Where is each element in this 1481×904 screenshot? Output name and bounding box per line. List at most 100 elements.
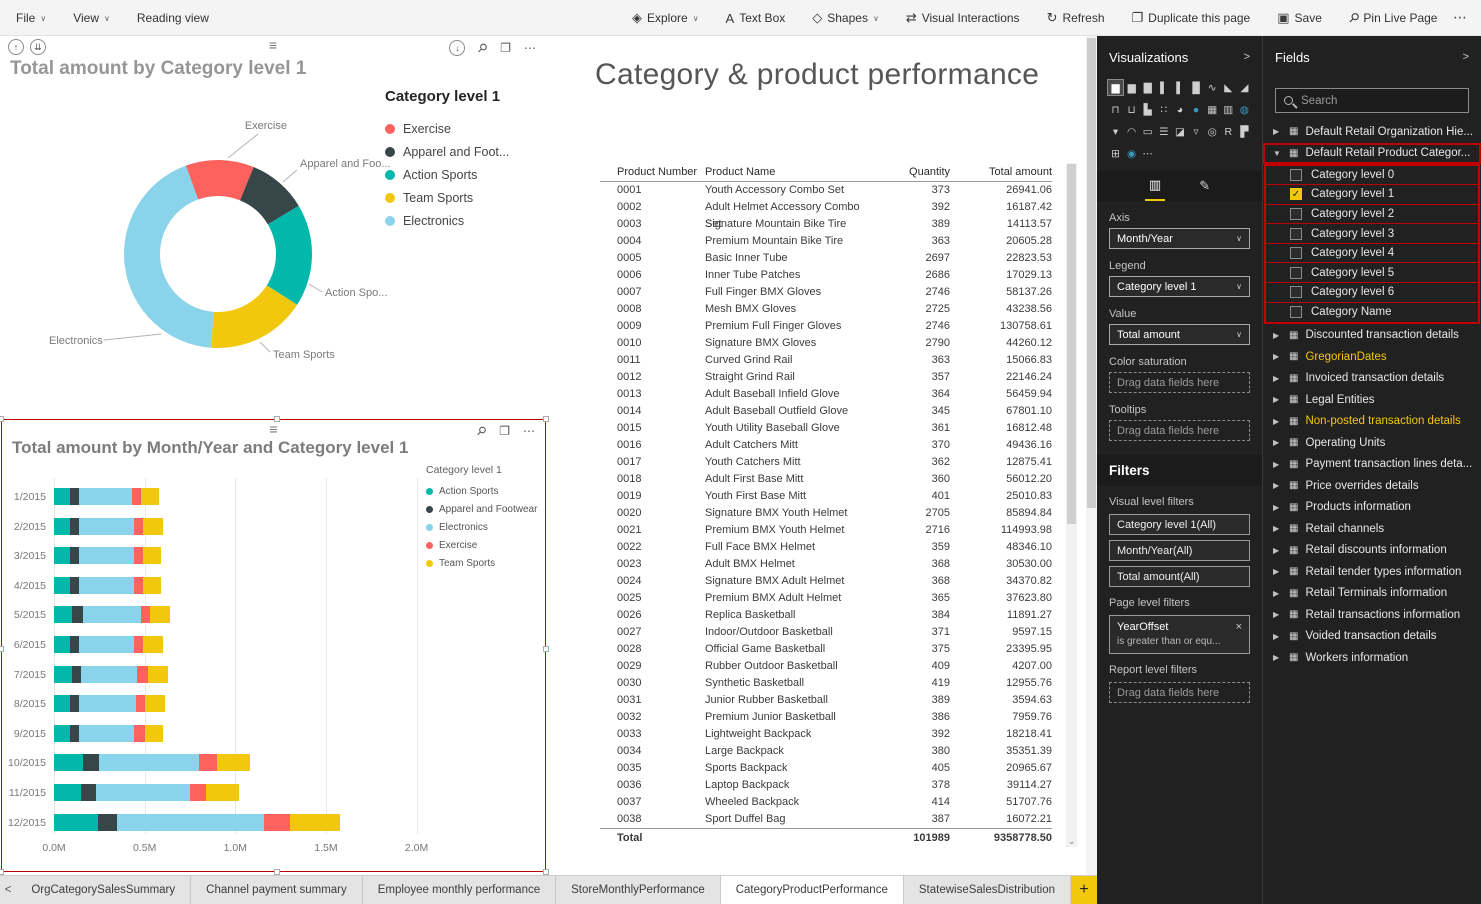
- expand-arrow-icon[interactable]: ▶: [1273, 417, 1282, 426]
- table-row[interactable]: 0009 Premium Full Finger Gloves 2746 130758…: [600, 318, 1052, 335]
- bar-segment-team-sports[interactable]: [142, 576, 161, 594]
- field-checkbox[interactable]: [1290, 227, 1302, 240]
- table-icon[interactable]: ▦: [1205, 102, 1220, 117]
- table-row[interactable]: 0015 Youth Utility Baseball Glove 361 16812…: [600, 420, 1052, 437]
- expand-arrow-icon[interactable]: ▶: [1273, 610, 1282, 619]
- waterfall-chart-icon[interactable]: ▙: [1140, 102, 1155, 117]
- shapes-button[interactable]: ◇ Shapes ∨: [812, 10, 879, 26]
- bar-stack[interactable]: [54, 576, 161, 594]
- add-page-button[interactable]: +: [1071, 876, 1097, 904]
- well-dropdown-legend[interactable]: Category level 1 ∨: [1109, 276, 1250, 297]
- page-tab-orgcategorysalessummary[interactable]: OrgCategorySalesSummary: [16, 876, 192, 904]
- visual-drag-handle-icon[interactable]: ≡: [269, 421, 277, 437]
- bar-stack[interactable]: [54, 636, 163, 653]
- field-table-retail-terminals-information[interactable]: ▶ ▦ Retail Terminals information: [1263, 582, 1481, 604]
- toolbar-more-icon[interactable]: ⋯: [1453, 9, 1467, 26]
- more-visuals-icon[interactable]: ⋯: [1140, 146, 1155, 161]
- bar-stack[interactable]: [54, 517, 163, 535]
- bar-stack[interactable]: [54, 547, 161, 565]
- bar-segment-team-sports[interactable]: [217, 754, 250, 772]
- treemap-icon[interactable]: ▛: [1237, 124, 1252, 139]
- visual-interactions-button[interactable]: ⇄ Visual Interactions: [906, 10, 1020, 26]
- table-row[interactable]: 0011 Curved Grind Rail 363 15066.83: [600, 352, 1052, 369]
- table-row[interactable]: 0034 Large Backpack 380 35351.39: [600, 743, 1052, 760]
- combo-chart-icon[interactable]: ⊞: [1108, 146, 1123, 161]
- table-row[interactable]: 0010 Signature BMX Gloves 2790 44260.12: [600, 335, 1052, 352]
- table-row[interactable]: 0036 Laptop Backpack 378 39114.27: [600, 777, 1052, 794]
- legend-item[interactable]: Team Sports: [385, 186, 509, 209]
- bar-segment-electronics[interactable]: [79, 724, 134, 742]
- 100-stacked-column-chart-icon[interactable]: █: [1189, 80, 1204, 95]
- expand-arrow-icon[interactable]: ▶: [1273, 589, 1282, 598]
- expand-arrow-icon[interactable]: ▶: [1273, 127, 1282, 136]
- expand-arrow-icon[interactable]: ▶: [1273, 546, 1282, 555]
- bar-segment-action-sports[interactable]: [54, 724, 71, 742]
- table-row[interactable]: 0026 Replica Basketball 384 11891.27: [600, 607, 1052, 624]
- field-table-retail-tender-types-information[interactable]: ▶ ▦ Retail tender types information: [1263, 561, 1481, 583]
- pin-visual-icon[interactable]: ⚲: [475, 40, 491, 56]
- table-row[interactable]: 0007 Full Finger BMX Gloves 2746 58137.26: [600, 284, 1052, 301]
- table-row[interactable]: 0030 Synthetic Basketball 419 12955.76: [600, 675, 1052, 692]
- field-table-retail-discounts-information[interactable]: ▶ ▦ Retail discounts information: [1263, 539, 1481, 561]
- table-row[interactable]: 0019 Youth First Base Mitt 401 25010.83: [600, 488, 1052, 505]
- legend-item[interactable]: Electronics: [385, 209, 509, 232]
- matrix-icon[interactable]: ▥: [1221, 102, 1236, 117]
- bar-segment-apparel-and-footwear[interactable]: [72, 606, 83, 624]
- well-dropzone-color-saturation[interactable]: Drag data fields here: [1109, 372, 1250, 393]
- line-stacked-column-chart-icon[interactable]: ⊔: [1124, 102, 1139, 117]
- visual-filter-chip[interactable]: Category level 1(All): [1109, 514, 1250, 535]
- bar-segment-action-sports[interactable]: [54, 636, 71, 653]
- field-table-discounted-transaction-details[interactable]: ▶ ▦ Discounted transaction details: [1263, 324, 1481, 346]
- table-scrollbar[interactable]: ⌄: [1066, 163, 1077, 847]
- visual-more-options-icon[interactable]: ⋯: [524, 41, 536, 55]
- focus-mode-icon[interactable]: ❐: [500, 41, 511, 55]
- explore-button[interactable]: ◈ Explore ∨: [632, 10, 699, 26]
- bar-row[interactable]: 6/2015: [2, 630, 542, 660]
- kpi-icon[interactable]: ◪: [1172, 124, 1187, 139]
- bar-segment-apparel-and-footwear[interactable]: [70, 724, 80, 742]
- field-table-workers-information[interactable]: ▶ ▦ Workers information: [1263, 647, 1481, 669]
- canvas-scrollbar[interactable]: [1086, 36, 1097, 875]
- previous-tabs-icon[interactable]: <: [0, 876, 16, 904]
- bar-segment-exercise[interactable]: [133, 576, 143, 594]
- table-row[interactable]: 0035 Sports Backpack 405 20965.67: [600, 760, 1052, 777]
- fields-search-box[interactable]: [1275, 88, 1469, 113]
- field-item-category-level-5[interactable]: Category level 5: [1266, 263, 1478, 284]
- bar-segment-exercise[interactable]: [131, 488, 141, 505]
- bar-segment-exercise[interactable]: [137, 665, 149, 683]
- field-checkbox[interactable]: ✓: [1290, 188, 1302, 201]
- expand-arrow-icon[interactable]: ▶: [1273, 331, 1282, 340]
- bar-segment-team-sports[interactable]: [150, 606, 171, 624]
- bar-segment-team-sports[interactable]: [206, 784, 239, 801]
- collapse-arrow-icon[interactable]: ▼: [1273, 149, 1282, 158]
- bar-segment-exercise[interactable]: [135, 695, 145, 713]
- bar-chart-plot[interactable]: 0.0M 0.5M 1.0M 1.5M 2.0M 1/2015 2/2015 3/2015 4/…: [2, 478, 542, 856]
- table-row[interactable]: 0027 Indoor/Outdoor Basketball 371 9597.15: [600, 624, 1052, 641]
- bar-stack[interactable]: [54, 813, 341, 831]
- donut-chart-icon[interactable]: ◎: [1205, 124, 1220, 139]
- slicer-icon[interactable]: ▿: [1189, 124, 1204, 139]
- well-dropzone-tooltips[interactable]: Drag data fields here: [1109, 420, 1250, 441]
- field-item-category-level-6[interactable]: Category level 6: [1266, 283, 1478, 303]
- bar-segment-action-sports[interactable]: [54, 488, 71, 505]
- text-box-button[interactable]: A Text Box: [726, 11, 786, 26]
- bar-segment-exercise[interactable]: [133, 724, 145, 742]
- expand-arrow-icon[interactable]: ▶: [1273, 524, 1282, 533]
- report-filters-dropzone[interactable]: Drag data fields here: [1109, 682, 1250, 703]
- table-row[interactable]: 0018 Adult First Base Mitt 360 56012.20: [600, 471, 1052, 488]
- page-tab-channel-payment-summary[interactable]: Channel payment summary: [191, 876, 363, 904]
- field-table-legal-entities[interactable]: ▶ ▦ Legal Entities: [1263, 389, 1481, 411]
- bar-segment-apparel-and-footwear[interactable]: [70, 636, 80, 653]
- page-tab-storemonthlyperformance[interactable]: StoreMonthlyPerformance: [556, 876, 721, 904]
- resize-handle[interactable]: [0, 416, 4, 422]
- bar-segment-action-sports[interactable]: [54, 695, 71, 713]
- field-table-payment-transaction-lines-deta-[interactable]: ▶ ▦ Payment transaction lines deta...: [1263, 453, 1481, 475]
- table-row[interactable]: 0016 Adult Catchers Mitt 370 49436.16: [600, 437, 1052, 454]
- table-row[interactable]: 0021 Premium BMX Youth Helmet 2716 114993.9…: [600, 522, 1052, 539]
- bar-segment-electronics[interactable]: [79, 636, 134, 653]
- bar-row[interactable]: 11/2015: [2, 778, 542, 808]
- drill-next-level-icon[interactable]: ⇊: [30, 39, 46, 55]
- bar-row[interactable]: 2/2015: [2, 512, 542, 542]
- expand-arrow-icon[interactable]: ▶: [1273, 395, 1282, 404]
- field-item-category-level-3[interactable]: Category level 3: [1266, 224, 1478, 244]
